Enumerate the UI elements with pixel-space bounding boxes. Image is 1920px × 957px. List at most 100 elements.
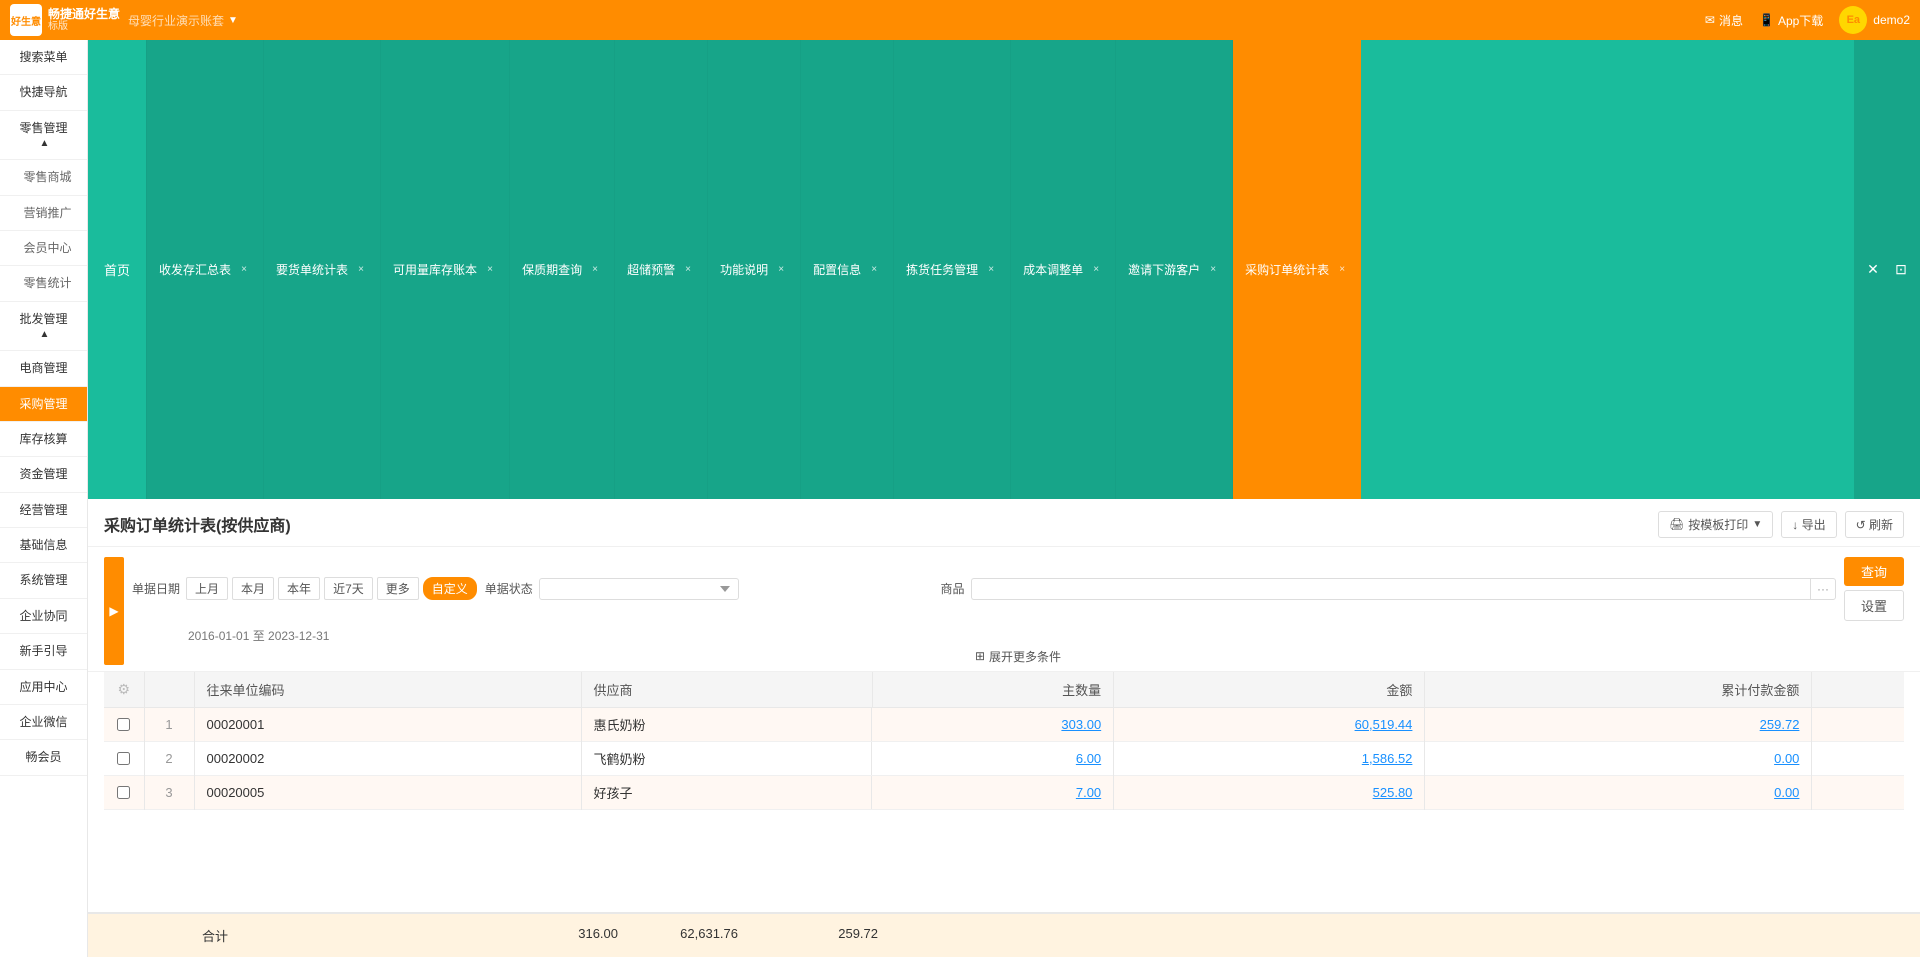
tab-close-icon[interactable]: × (681, 262, 695, 276)
checkbox-0[interactable] (116, 718, 132, 731)
tab-item-10[interactable]: 采购订单统计表× (1232, 40, 1361, 499)
tab-item-5[interactable]: 功能说明× (707, 40, 800, 499)
panel-toggle-btn[interactable]: ▶ (104, 557, 124, 665)
message-btn[interactable]: ✉ 消息 (1705, 12, 1743, 29)
row-checkbox-0[interactable] (117, 718, 130, 731)
cell-name-2: 好孩子 (582, 776, 873, 809)
btn-custom-date[interactable]: 自定义 (423, 577, 477, 600)
tab-close-all-btn[interactable]: ✕ (1862, 258, 1884, 280)
goods-filter-label: 商品 (941, 580, 965, 597)
btn-7days[interactable]: 近7天 (324, 577, 373, 600)
expand-btn[interactable]: ⊞ 展开更多条件 (975, 648, 1061, 665)
workspace-selector[interactable]: 母婴行业演示账套 ▼ (128, 12, 238, 29)
tab-close-icon[interactable]: × (984, 262, 998, 276)
sidebar-item-采购管理[interactable]: 采购管理 (0, 387, 87, 422)
sidebar-item-资金管理[interactable]: 资金管理 (0, 457, 87, 492)
sidebar-item-基础信息[interactable]: 基础信息 (0, 528, 87, 563)
sidebar-item-零售统计[interactable]: 零售统计 (0, 266, 87, 301)
footer-row: 合计 316.00 62,631.76 259.72 (88, 912, 1920, 957)
sidebar-item-会员中心[interactable]: 会员中心 (0, 231, 87, 266)
cell-extra-2 (1812, 775, 1904, 809)
tabs-dynamic (1361, 40, 1854, 499)
sidebar-item-畅会员[interactable]: 畅会员 (0, 740, 87, 775)
btn-settings[interactable]: 设置 (1844, 590, 1904, 621)
cell-qty-0[interactable]: 303.00 (872, 707, 1113, 741)
btn-search[interactable]: 查询 (1844, 557, 1904, 586)
workspace-arrow: ▼ (228, 15, 238, 26)
app-download-btn[interactable]: 📱 App下载 (1759, 12, 1823, 29)
tab-close-icon[interactable]: × (237, 262, 251, 276)
sidebar-item-批发管理[interactable]: 批发管理 ▲ (0, 302, 87, 351)
btn-last-month[interactable]: 上月 (186, 577, 228, 600)
cell-qty-1[interactable]: 6.00 (872, 741, 1113, 775)
sidebar-item-企业微信[interactable]: 企业微信 (0, 705, 87, 740)
btn-more-dates[interactable]: 更多 (377, 577, 419, 600)
btn-this-year[interactable]: 本年 (278, 577, 320, 600)
tab-close-icon[interactable]: × (1089, 262, 1103, 276)
message-label: 消息 (1719, 12, 1743, 29)
sidebar-item-快捷导航[interactable]: 快捷导航 (0, 75, 87, 110)
sidebar-item-经营管理[interactable]: 经营管理 (0, 493, 87, 528)
cell-amount-1[interactable]: 1,586.52 (1114, 741, 1425, 775)
checkbox-2[interactable] (116, 786, 132, 799)
btn-this-month[interactable]: 本月 (232, 577, 274, 600)
tab-label: 配置信息 (813, 261, 861, 278)
goods-input[interactable] (971, 578, 1810, 600)
cell-paid-1[interactable]: 0.00 (1425, 741, 1812, 775)
table-body: 1 00020001 惠氏奶粉 303.00 60,519.44 259.72 … (104, 707, 1904, 809)
tab-item-2[interactable]: 可用量库存账本× (380, 40, 509, 499)
search-actions: 查询 设置 (1844, 557, 1904, 621)
user-area[interactable]: Ea demo2 (1839, 6, 1910, 34)
sidebar-item-零售管理[interactable]: 零售管理 ▲ (0, 111, 87, 160)
sidebar-item-新手引导[interactable]: 新手引导 (0, 634, 87, 669)
tab-item-8[interactable]: 成本调整单× (1010, 40, 1115, 499)
sidebar-item-零售商城[interactable]: 零售商城 (0, 160, 87, 195)
tab-item-6[interactable]: 配置信息 × (800, 40, 893, 499)
tab-home[interactable]: 首页 (88, 40, 146, 499)
row-checkbox-2[interactable] (117, 786, 130, 799)
tab-item-4[interactable]: 超储预警 × (614, 40, 707, 499)
tab-label: 超储预警 (627, 261, 675, 278)
tab-close-icon[interactable]: × (774, 262, 788, 276)
row-checkbox-1[interactable] (117, 752, 130, 765)
main-layout: 搜索菜单快捷导航零售管理 ▲ 零售商城营销推广会员中心零售统计批发管理 ▲电商管理… (0, 40, 1920, 957)
cell-paid-0[interactable]: 259.72 (1425, 707, 1812, 741)
sidebar-label: 畅会员 (25, 750, 61, 764)
tab-close-icon[interactable]: × (588, 262, 602, 276)
sidebar-label: 零售商城 (23, 170, 71, 184)
cell-check-1 (104, 741, 144, 775)
tab-close-icon[interactable]: × (483, 262, 497, 276)
tab-close-icon[interactable]: × (1206, 262, 1220, 276)
btn-export[interactable]: ↓ 导出 (1781, 511, 1836, 538)
sidebar-item-营销推广[interactable]: 营销推广 (0, 196, 87, 231)
checkbox-1[interactable] (116, 752, 132, 765)
sidebar-item-企业协同[interactable]: 企业协同 (0, 599, 87, 634)
tab-item-1[interactable]: 要货单统计表× (263, 40, 380, 499)
sidebar-arrow-icon: ▲ (40, 329, 50, 340)
btn-template-print[interactable]: 🖨 按模板打印 ▼ (1658, 511, 1773, 538)
sidebar-item-搜索菜单[interactable]: 搜索菜单 (0, 40, 87, 75)
footer-amount: 62,631.76 (630, 922, 750, 949)
tab-item-9[interactable]: 邀请下游客户× (1115, 40, 1232, 499)
sidebar-item-应用中心[interactable]: 应用中心 (0, 670, 87, 705)
tab-item-7[interactable]: 拣货任务管理× (893, 40, 1010, 499)
sidebar-item-库存核算[interactable]: 库存核算 (0, 422, 87, 457)
tab-close-icon[interactable]: × (867, 262, 881, 276)
filter-fields: 单据日期 上月 本月 本年 近7天 更多 自定义 (132, 557, 1904, 665)
sidebar-item-系统管理[interactable]: 系统管理 (0, 563, 87, 598)
cell-paid-2[interactable]: 0.00 (1425, 775, 1812, 809)
status-select[interactable] (539, 578, 739, 600)
tab-close-icon[interactable]: × (354, 262, 368, 276)
logo-icon: 好生意 (10, 4, 42, 36)
tab-item-0[interactable]: 收发存汇总表× (146, 40, 263, 499)
tab-close-icon[interactable]: × (1335, 262, 1349, 276)
cell-qty-2[interactable]: 7.00 (872, 775, 1113, 809)
goods-input-more-btn[interactable]: ··· (1810, 578, 1836, 600)
cell-amount-2[interactable]: 525.80 (1114, 775, 1425, 809)
tab-maximize-btn[interactable]: ⊡ (1890, 258, 1912, 280)
sidebar-item-电商管理[interactable]: 电商管理 (0, 351, 87, 386)
cell-amount-0[interactable]: 60,519.44 (1114, 707, 1425, 741)
tab-item-3[interactable]: 保质期查询× (509, 40, 614, 499)
btn-refresh[interactable]: ↺ 刷新 (1845, 511, 1904, 538)
col-settings-icon[interactable]: ⚙ (117, 681, 130, 697)
